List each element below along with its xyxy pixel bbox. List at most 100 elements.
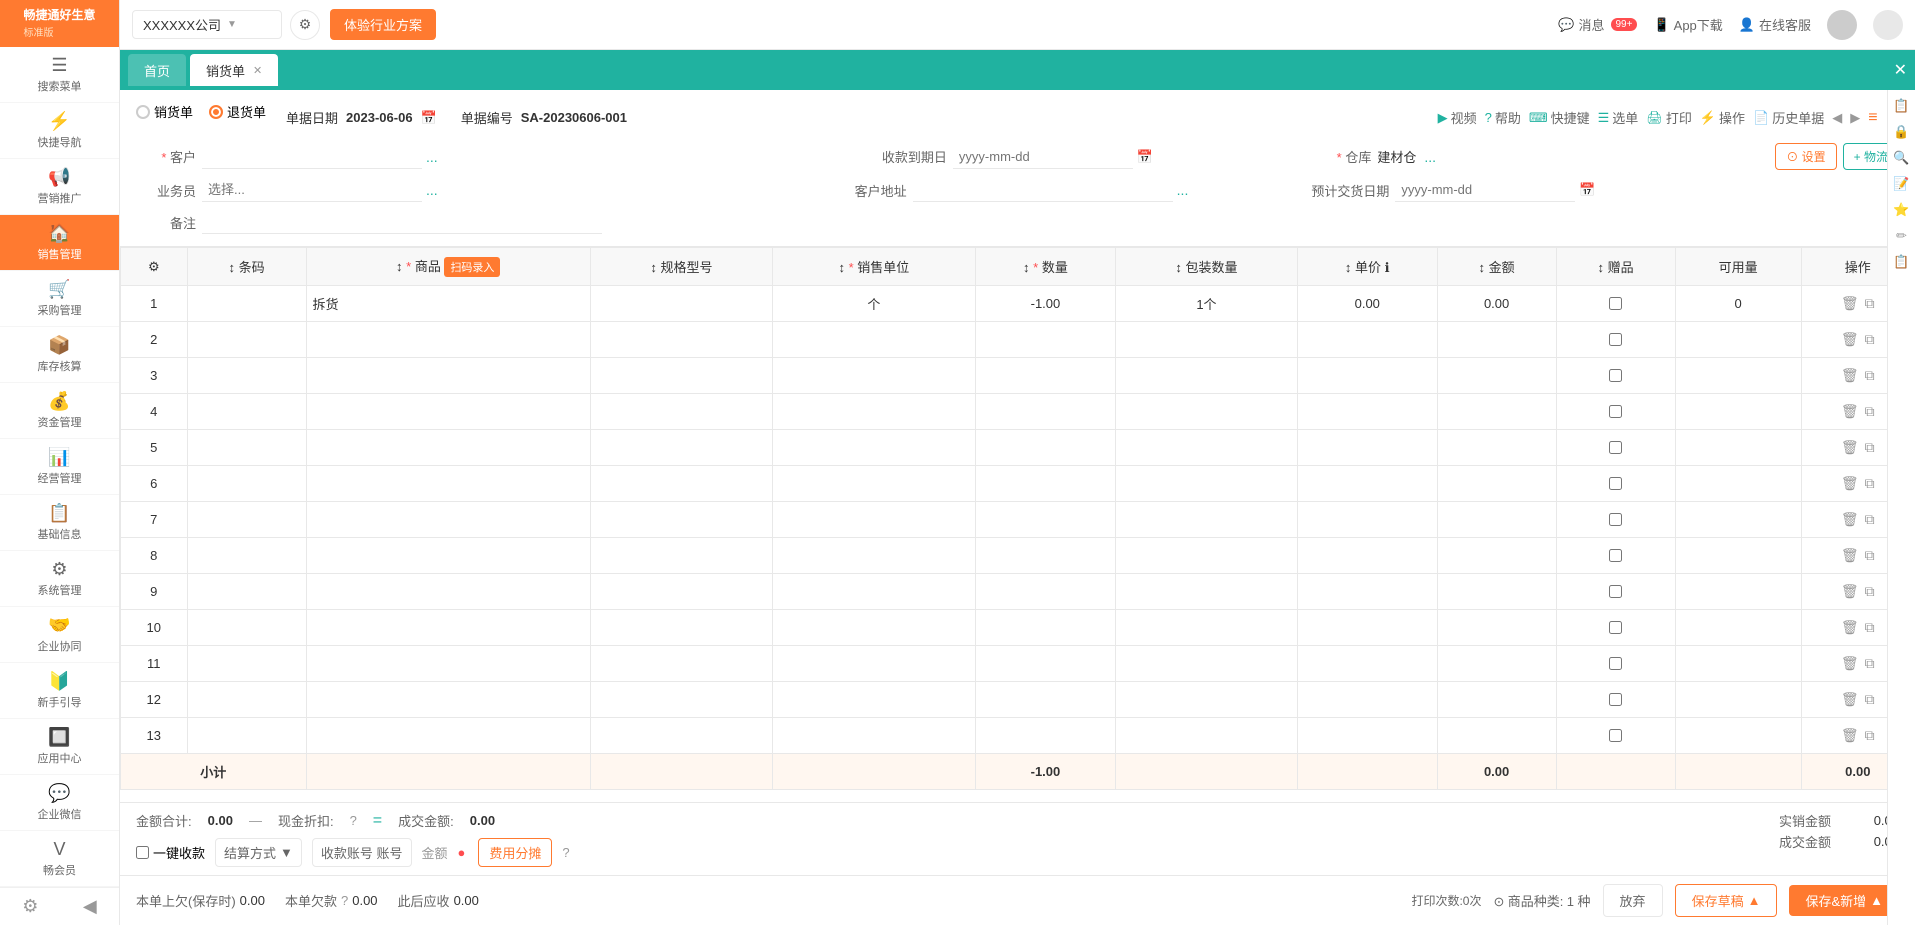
row-pack-qty[interactable] xyxy=(1115,394,1297,430)
row-spec[interactable] xyxy=(590,718,772,754)
gift-checkbox[interactable] xyxy=(1609,441,1622,454)
row-quantity[interactable] xyxy=(975,610,1115,646)
row-gift[interactable] xyxy=(1556,286,1675,322)
sidebar-item-basic[interactable]: 📋 基础信息 xyxy=(0,495,119,551)
video-btn[interactable]: ▶视频 xyxy=(1438,108,1477,127)
row-barcode[interactable] xyxy=(187,322,306,358)
scan-button[interactable]: 扫码录入 xyxy=(444,257,500,277)
delete-icon[interactable]: 🗑 xyxy=(1841,583,1859,600)
delete-icon[interactable]: 🗑 xyxy=(1841,511,1859,528)
gift-checkbox[interactable] xyxy=(1609,405,1622,418)
delete-icon[interactable]: 🗑 xyxy=(1841,547,1859,564)
notes-input[interactable] xyxy=(202,210,602,234)
row-barcode[interactable] xyxy=(187,646,306,682)
radio-return[interactable]: 退货单 xyxy=(209,102,266,121)
delete-icon[interactable]: 🗑 xyxy=(1841,331,1859,348)
row-product[interactable] xyxy=(306,466,590,502)
gift-checkbox[interactable] xyxy=(1609,585,1622,598)
gift-checkbox[interactable] xyxy=(1609,297,1622,310)
customer-address-input[interactable] xyxy=(913,178,1173,202)
row-gift[interactable] xyxy=(1556,358,1675,394)
row-product[interactable] xyxy=(306,430,590,466)
sidebar-item-finance[interactable]: 💰 资金管理 xyxy=(0,383,119,439)
tab-close-icon[interactable]: ✕ xyxy=(253,64,262,77)
th-amount[interactable]: ↕ 金额 xyxy=(1437,248,1556,286)
row-amount[interactable] xyxy=(1437,502,1556,538)
row-unit[interactable] xyxy=(772,394,975,430)
calendar-icon[interactable]: 📅 xyxy=(421,110,437,126)
row-unit-price[interactable] xyxy=(1297,322,1437,358)
delete-icon[interactable]: 🗑 xyxy=(1841,691,1859,708)
row-unit-price[interactable] xyxy=(1297,466,1437,502)
customer-ellipsis-icon[interactable]: ... xyxy=(426,149,438,165)
row-barcode[interactable] xyxy=(187,502,306,538)
sidebar-logo[interactable]: 畅捷通好生意 标准版 xyxy=(0,0,119,47)
app-download-button[interactable]: 📱 App下载 xyxy=(1653,15,1722,34)
copy-icon[interactable]: ⧉ xyxy=(1865,619,1875,636)
sidebar-item-sales[interactable]: 🏠 销售管理 xyxy=(0,215,119,271)
row-quantity[interactable] xyxy=(975,466,1115,502)
sidebar-item-enterprise[interactable]: 🤝 企业协同 xyxy=(0,607,119,663)
row-gift[interactable] xyxy=(1556,682,1675,718)
row-pack-qty[interactable]: 1个 xyxy=(1115,286,1297,322)
row-unit-price[interactable] xyxy=(1297,610,1437,646)
row-amount[interactable] xyxy=(1437,358,1556,394)
delete-icon[interactable]: 🗑 xyxy=(1841,475,1859,492)
row-barcode[interactable] xyxy=(187,286,306,322)
row-gift[interactable] xyxy=(1556,322,1675,358)
sidebar-item-system[interactable]: ⚙ 系统管理 xyxy=(0,551,119,607)
row-amount[interactable] xyxy=(1437,466,1556,502)
row-unit-price[interactable] xyxy=(1297,682,1437,718)
row-spec[interactable] xyxy=(590,286,772,322)
th-unit[interactable]: ↕ * 销售单位 xyxy=(772,248,975,286)
copy-icon[interactable]: ⧉ xyxy=(1865,475,1875,492)
th-gift[interactable]: ↕ 赠品 xyxy=(1556,248,1675,286)
delete-icon[interactable]: 🗑 xyxy=(1841,403,1859,420)
address-ellipsis-icon[interactable]: ... xyxy=(1177,182,1189,198)
customer-input[interactable] xyxy=(202,145,422,169)
row-spec[interactable] xyxy=(590,358,772,394)
radio-sales[interactable]: 销货单 xyxy=(136,102,193,121)
row-barcode[interactable] xyxy=(187,718,306,754)
row-pack-qty[interactable] xyxy=(1115,322,1297,358)
row-spec[interactable] xyxy=(590,682,772,718)
expense-split-button[interactable]: 费用分摊 xyxy=(478,838,552,867)
row-product[interactable] xyxy=(306,358,590,394)
row-unit-price[interactable] xyxy=(1297,718,1437,754)
save-draft-button[interactable]: 保存草稿 ▲ xyxy=(1675,884,1778,917)
account-select[interactable]: 收款账号 账号 xyxy=(312,838,412,867)
row-unit[interactable] xyxy=(772,358,975,394)
row-spec[interactable] xyxy=(590,646,772,682)
row-amount[interactable] xyxy=(1437,646,1556,682)
row-product[interactable] xyxy=(306,502,590,538)
sidebar-item-member[interactable]: V 畅会员 xyxy=(0,831,119,887)
row-pack-qty[interactable] xyxy=(1115,538,1297,574)
row-unit-price[interactable] xyxy=(1297,574,1437,610)
row-amount[interactable] xyxy=(1437,610,1556,646)
row-barcode[interactable] xyxy=(187,394,306,430)
nav-next-icon[interactable]: ▶ xyxy=(1850,110,1860,126)
sidebar-item-search[interactable]: ☰ 搜索菜单 xyxy=(0,47,119,103)
gift-checkbox[interactable] xyxy=(1609,333,1622,346)
row-amount[interactable] xyxy=(1437,574,1556,610)
row-barcode[interactable] xyxy=(187,574,306,610)
tabbar-close-icon[interactable]: ✕ xyxy=(1894,60,1907,80)
row-product[interactable] xyxy=(306,646,590,682)
right-tool-note[interactable]: 📝 xyxy=(1890,172,1914,196)
row-pack-qty[interactable] xyxy=(1115,610,1297,646)
row-product[interactable] xyxy=(306,610,590,646)
row-amount[interactable] xyxy=(1437,682,1556,718)
row-gift[interactable] xyxy=(1556,574,1675,610)
nav-prev-icon[interactable]: ◀ xyxy=(1832,110,1842,126)
gift-checkbox[interactable] xyxy=(1609,549,1622,562)
copy-icon[interactable]: ⧉ xyxy=(1865,511,1875,528)
row-gift[interactable] xyxy=(1556,502,1675,538)
row-quantity[interactable] xyxy=(975,502,1115,538)
row-quantity[interactable] xyxy=(975,682,1115,718)
sidebar-item-purchase[interactable]: 🛒 采购管理 xyxy=(0,271,119,327)
row-quantity[interactable]: -1.00 xyxy=(975,286,1115,322)
delete-icon[interactable]: 🗑 xyxy=(1841,439,1859,456)
sidebar-settings-icon[interactable]: ⚙ xyxy=(22,896,38,917)
row-quantity[interactable] xyxy=(975,430,1115,466)
row-pack-qty[interactable] xyxy=(1115,682,1297,718)
